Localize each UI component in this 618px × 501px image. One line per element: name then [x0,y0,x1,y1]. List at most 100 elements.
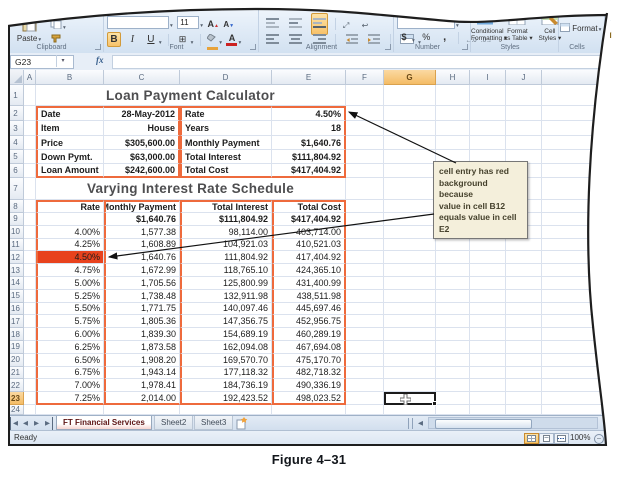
cell-F2[interactable] [346,106,384,121]
cell-E16[interactable]: 445,697.46 [272,302,346,316]
cell-K3[interactable] [542,121,602,136]
cell-C16[interactable]: 1,771.75 [104,302,180,316]
cell-A20[interactable] [24,353,36,367]
cell-K10[interactable] [542,225,602,239]
cell-J19[interactable] [506,340,542,354]
view-page-break-button[interactable] [554,433,569,444]
delete-button[interactable]: Delete▾ [560,8,604,21]
cell-G17[interactable] [384,315,436,329]
conditional-formatting-button[interactable]: Conditional Formatting ▾ [471,10,507,43]
cell-F10[interactable] [346,225,384,239]
cell-H12[interactable] [436,251,470,265]
cell-D13[interactable]: 118,765.10 [180,264,272,277]
cell-B11[interactable]: 4.25% [36,238,104,252]
cell-E17[interactable]: 452,956.75 [272,315,346,329]
cell-B5[interactable]: Down Pymt. [36,150,104,164]
cell-C2[interactable]: 28-May-2012 [104,106,180,121]
cell-E18[interactable]: 460,289.19 [272,328,346,341]
cell-J23[interactable] [506,392,542,405]
column-header-B[interactable]: B [36,70,104,85]
cell-C15[interactable]: 1,738.48 [104,289,180,303]
cell-F16[interactable] [346,302,384,316]
cell-G6[interactable] [384,164,436,178]
number-dialog-launcher-icon[interactable] [462,44,468,50]
row-header-12[interactable]: 12 [8,251,24,265]
cell-B4[interactable]: Price [36,136,104,150]
cell-A3[interactable] [24,121,36,136]
cell-D2[interactable]: Rate [180,106,272,121]
cell-D14[interactable]: 125,800.99 [180,276,272,290]
cell-G9[interactable] [384,213,436,226]
cell-D9[interactable]: $111,804.92 [180,213,272,226]
row-header-8[interactable]: 8 [8,200,24,213]
row-header-3[interactable]: 3 [8,121,24,136]
cell-D21[interactable]: 177,118.32 [180,366,272,380]
selection-box[interactable] [384,392,437,406]
cell-C11[interactable]: 1,608.89 [104,238,180,252]
cell-B16[interactable]: 5.50% [36,302,104,316]
cell-C18[interactable]: 1,839.30 [104,328,180,341]
cell-B10[interactable]: 4.00% [36,225,104,239]
row-header-5[interactable]: 5 [8,150,24,164]
cell-B22[interactable]: 7.00% [36,379,104,393]
cell-K1[interactable] [542,85,602,106]
cell-G22[interactable] [384,379,436,393]
cell-I21[interactable] [470,366,506,380]
cell-K12[interactable] [542,251,602,265]
cell-B12[interactable]: 4.50% [36,251,104,265]
cell-K14[interactable] [542,276,602,290]
scroll-left-icon[interactable]: ◀ [416,417,425,430]
row-header-20[interactable]: 20 [8,353,24,367]
cell-G14[interactable] [384,276,436,290]
cell-G19[interactable] [384,340,436,354]
cell-E10[interactable]: 403,714.00 [272,225,346,239]
cell-D10[interactable]: 98,114.00 [180,225,272,239]
cell-F5[interactable] [346,150,384,164]
cell-A12[interactable] [24,251,36,265]
first-sheet-icon[interactable]: ◀ [10,417,20,430]
cell-G20[interactable] [384,353,436,367]
cell-G15[interactable] [384,289,436,303]
cell-E4[interactable]: $1,640.76 [272,136,346,150]
cell-G18[interactable] [384,328,436,341]
cell-G2[interactable] [384,106,436,121]
cell-K5[interactable] [542,150,602,164]
cell-K4[interactable] [542,136,602,150]
cell-C21[interactable]: 1,943.14 [104,366,180,380]
cell-J21[interactable] [506,366,542,380]
next-sheet-icon[interactable]: ▶ [32,417,41,430]
cell-A1[interactable] [24,85,36,106]
tab-splitter[interactable] [408,418,413,429]
cell-D19[interactable]: 162,094.08 [180,340,272,354]
cell-D20[interactable]: 169,570.70 [180,353,272,367]
cell-I3[interactable] [470,121,506,136]
cell-F22[interactable] [346,379,384,393]
cell-H24[interactable] [436,404,470,415]
cell-E21[interactable]: 482,718.32 [272,366,346,380]
cell-K24[interactable] [542,404,602,415]
cell-D4[interactable]: Monthly Payment [180,136,272,150]
cell-I16[interactable] [470,302,506,316]
cell-A4[interactable] [24,136,36,150]
clear-icon[interactable]: ◢ [605,30,611,39]
cell-D6[interactable]: Total Cost [180,164,272,178]
row-header-9[interactable]: 9 [8,213,24,226]
scrollbar-thumb[interactable] [435,419,532,429]
cell-J3[interactable] [506,121,542,136]
cell-F21[interactable] [346,366,384,380]
cell-I13[interactable] [470,264,506,277]
format-painter-button[interactable] [50,31,66,44]
cell-J18[interactable] [506,328,542,341]
cell-G5[interactable] [384,150,436,164]
cell-B20[interactable]: 6.50% [36,353,104,367]
row-header-6[interactable]: 6 [8,164,24,178]
cell-F20[interactable] [346,353,384,367]
cell-F1[interactable] [346,85,384,106]
alignment-dialog-launcher-icon[interactable] [385,44,391,50]
cell-G11[interactable] [384,238,436,252]
cell-B19[interactable]: 6.25% [36,340,104,354]
cell-I14[interactable] [470,276,506,290]
cell-H21[interactable] [436,366,470,380]
cell-J15[interactable] [506,289,542,303]
cell-K23[interactable] [542,392,602,405]
